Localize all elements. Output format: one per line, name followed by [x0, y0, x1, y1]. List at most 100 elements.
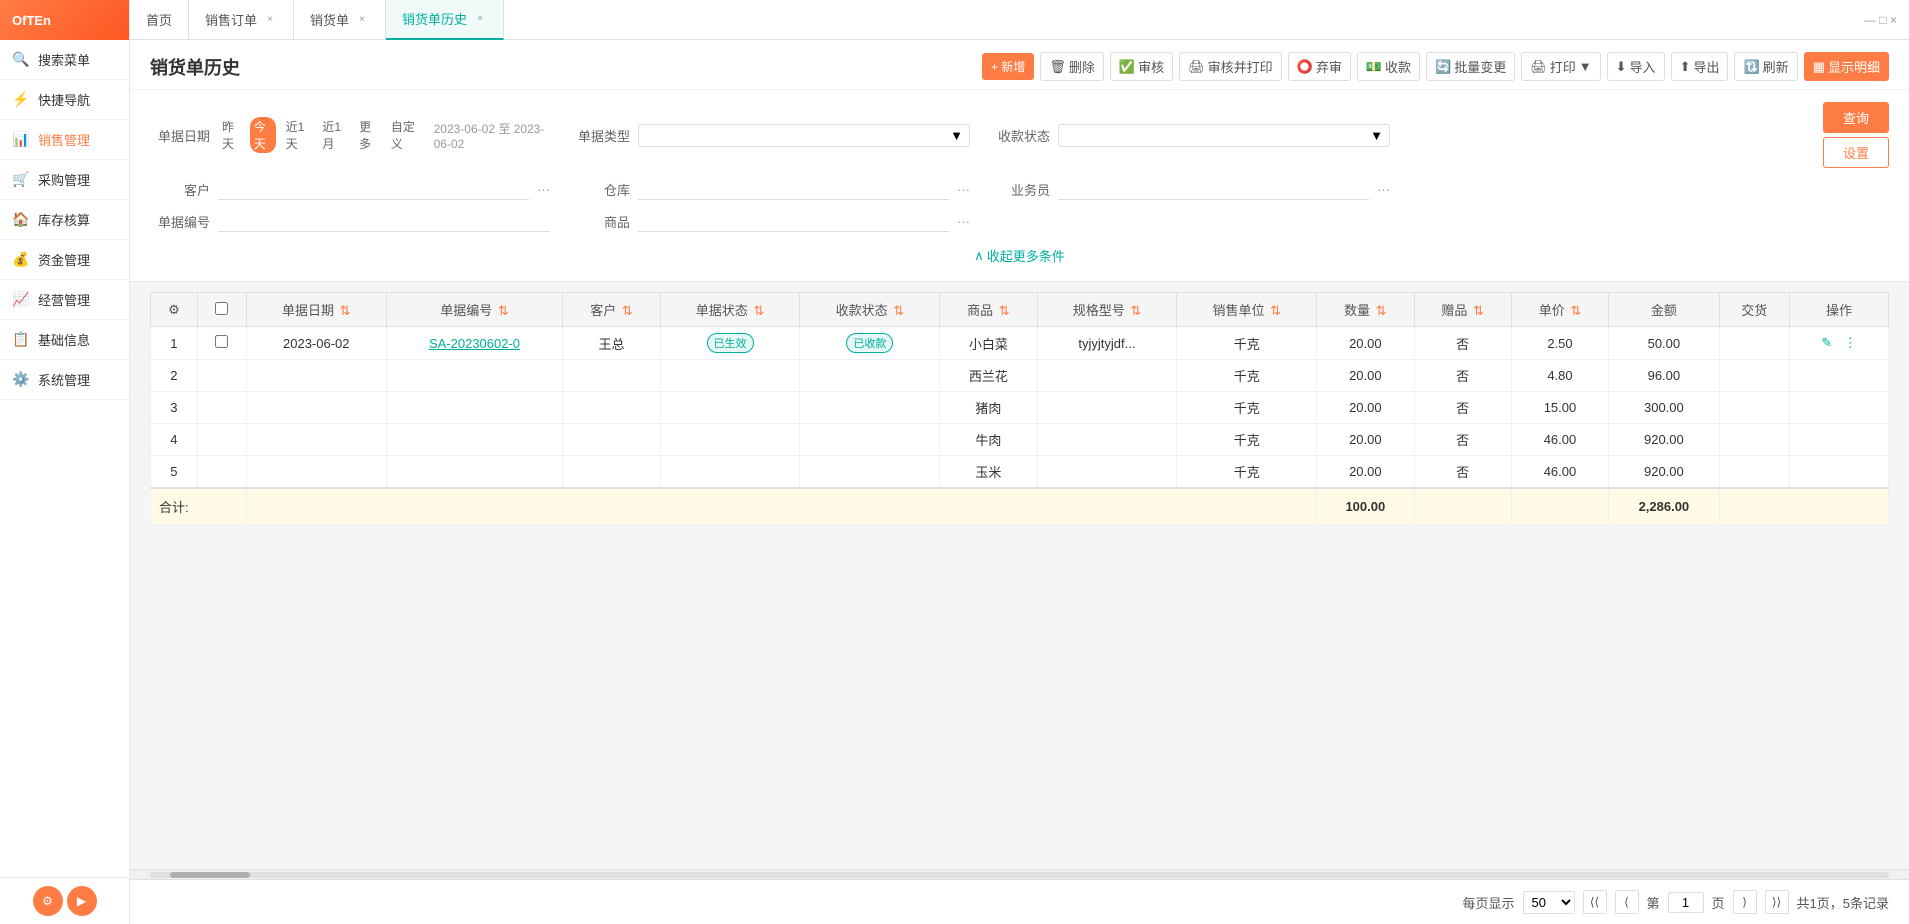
per-page-select[interactable]: 50 20 100: [1523, 891, 1575, 914]
abandon-label: 弃审: [1316, 57, 1342, 76]
new-button[interactable]: + 新增: [982, 53, 1034, 80]
shortcut-more[interactable]: 更多: [355, 117, 381, 153]
purchase-mgmt-icon: 🛒: [12, 171, 30, 189]
tab-bar: 首页 销售订单 × 销货单 × 销货单历史 × — □ ×: [130, 0, 1909, 40]
goods-input[interactable]: [638, 210, 949, 232]
query-button[interactable]: 查询: [1823, 102, 1889, 133]
goods-sort-icon[interactable]: ⇅: [999, 303, 1010, 318]
scroll-thumb[interactable]: [170, 872, 250, 878]
filter-salesperson: 业务员 ···: [990, 178, 1390, 200]
shortcut-today[interactable]: 今天: [250, 117, 276, 153]
more-action-btn[interactable]: ⋮: [1840, 334, 1861, 352]
shortcut-last1month[interactable]: 近1月: [318, 117, 349, 153]
col-action: 操作: [1789, 293, 1888, 327]
sidebar-collapse-btn[interactable]: ⚙: [33, 886, 63, 916]
first-page-btn[interactable]: ⟨⟨: [1583, 890, 1607, 914]
gear-icon[interactable]: ⚙: [168, 302, 180, 317]
refresh-button[interactable]: 🔃 刷新: [1734, 52, 1797, 81]
show-details-button[interactable]: ▦ 显示明细: [1804, 52, 1889, 81]
goods-ellipsis[interactable]: ···: [957, 214, 970, 229]
export-button[interactable]: ⬆ 导出: [1671, 52, 1729, 81]
cell-action: [1789, 424, 1888, 456]
filter-date: 单据日期 昨天 今天 近1天 近1月 更多 自定义 2023-06-02 至 2…: [150, 117, 550, 153]
doc-status-sort-icon[interactable]: ⇅: [753, 303, 764, 318]
tab-sales-history-close[interactable]: ×: [473, 12, 487, 26]
customer-sort-icon[interactable]: ⇅: [622, 303, 633, 318]
qty-sort-icon[interactable]: ⇅: [1376, 303, 1387, 318]
prev-page-btn[interactable]: ⟨: [1615, 890, 1639, 914]
doc-no-link[interactable]: SA-20230602-0: [429, 336, 520, 351]
doc-type-select[interactable]: ▼: [638, 124, 970, 147]
import-button[interactable]: ⬇ 导入: [1607, 52, 1665, 81]
tab-sales-goods-close[interactable]: ×: [355, 13, 369, 27]
sidebar-item-sales-mgmt[interactable]: 📊 销售管理: [0, 120, 129, 160]
select-all-checkbox[interactable]: [215, 302, 228, 315]
doc-date-sort-icon[interactable]: ⇅: [340, 303, 351, 318]
row-checkbox[interactable]: [215, 335, 228, 348]
setting-button[interactable]: 设置: [1823, 137, 1889, 168]
collect-button[interactable]: 💵 收款: [1357, 52, 1420, 81]
cell-trade: [1719, 392, 1789, 424]
salesperson-input[interactable]: [1058, 178, 1369, 200]
tab-sales-history[interactable]: 销货单历史 ×: [386, 0, 504, 40]
customer-header: 客户: [590, 303, 616, 318]
filter-collect-status: 收款状态 ▼: [990, 124, 1390, 147]
tab-sales-order-close[interactable]: ×: [263, 13, 277, 27]
doc-no-sort-icon[interactable]: ⇅: [498, 303, 509, 318]
doc-number-input[interactable]: [218, 210, 550, 232]
customer-input[interactable]: [218, 178, 529, 200]
filter-customer: 客户 ···: [150, 178, 550, 200]
filter-doc-number: 单据编号: [150, 210, 550, 232]
collect-status-sort-icon[interactable]: ⇅: [893, 303, 904, 318]
audit-button[interactable]: ✅ 审核: [1110, 52, 1173, 81]
row-checkbox-cell: [197, 360, 246, 392]
page-number-input[interactable]: [1668, 892, 1704, 913]
col-doc-date: 单据日期 ⇅: [246, 293, 386, 327]
sidebar-item-ops-mgmt[interactable]: 📈 经营管理: [0, 280, 129, 320]
cell-doc-date: 2023-06-02: [246, 327, 386, 360]
abandon-button[interactable]: ⭕ 弃审: [1288, 52, 1351, 81]
qty-header: 数量: [1344, 303, 1370, 318]
edit-action-btn[interactable]: ✎: [1817, 334, 1836, 352]
tab-home[interactable]: 首页: [130, 0, 189, 40]
sidebar-item-finance-mgmt[interactable]: 💰 资金管理: [0, 240, 129, 280]
cell-doc-no: SA-20230602-0: [386, 327, 563, 360]
sidebar-item-purchase-mgmt[interactable]: 🛒 采购管理: [0, 160, 129, 200]
cell-gift: 否: [1414, 360, 1511, 392]
sidebar-item-sys-mgmt[interactable]: ⚙️ 系统管理: [0, 360, 129, 400]
sidebar-item-inventory[interactable]: 🏠 库存核算: [0, 200, 129, 240]
next-page-btn[interactable]: ⟩: [1733, 890, 1757, 914]
delete-button[interactable]: 🗑 删除: [1040, 52, 1104, 81]
salesperson-ellipsis[interactable]: ···: [1377, 182, 1390, 197]
goods-header: 商品: [967, 303, 993, 318]
spec-sort-icon[interactable]: ⇅: [1130, 303, 1141, 318]
shortcut-custom[interactable]: 自定义: [387, 117, 422, 153]
tab-sales-order[interactable]: 销售订单 ×: [189, 0, 294, 40]
shortcut-yesterday[interactable]: 昨天: [218, 117, 244, 153]
cell-unit: 千克: [1177, 392, 1317, 424]
sidebar-item-search-menu[interactable]: 🔍 搜索菜单: [0, 40, 129, 80]
cell-trade: [1719, 360, 1789, 392]
cell-trade: [1719, 456, 1789, 489]
collect-status-select[interactable]: ▼: [1058, 124, 1390, 147]
sidebar-item-quick-nav[interactable]: ⚡ 快捷导航: [0, 80, 129, 120]
col-amount: 金额: [1609, 293, 1720, 327]
warehouse-input[interactable]: [638, 178, 949, 200]
sidebar-toggle-btn[interactable]: ▶: [67, 886, 97, 916]
cell-unit: 千克: [1177, 424, 1317, 456]
last-page-btn[interactable]: ⟩⟩: [1765, 890, 1789, 914]
collapse-button[interactable]: ∧ 收起更多条件: [962, 242, 1077, 269]
print-button[interactable]: 🖨 打印 ▼: [1521, 52, 1600, 81]
unit-sort-icon[interactable]: ⇅: [1270, 303, 1281, 318]
gift-sort-icon[interactable]: ⇅: [1473, 303, 1484, 318]
price-sort-icon[interactable]: ⇅: [1570, 303, 1581, 318]
warehouse-ellipsis[interactable]: ···: [957, 182, 970, 197]
audit-print-button[interactable]: 🖨 审核并打印: [1179, 52, 1282, 81]
sidebar-item-basic-info[interactable]: 📋 基础信息: [0, 320, 129, 360]
batch-change-button[interactable]: 🔄 批量变更: [1426, 52, 1515, 81]
shortcut-last7[interactable]: 近1天: [282, 117, 313, 153]
quick-nav-icon: ⚡: [12, 91, 30, 109]
customer-ellipsis[interactable]: ···: [537, 182, 550, 197]
tab-sales-goods[interactable]: 销货单 ×: [294, 0, 386, 40]
doc-date-header: 单据日期: [282, 303, 334, 318]
